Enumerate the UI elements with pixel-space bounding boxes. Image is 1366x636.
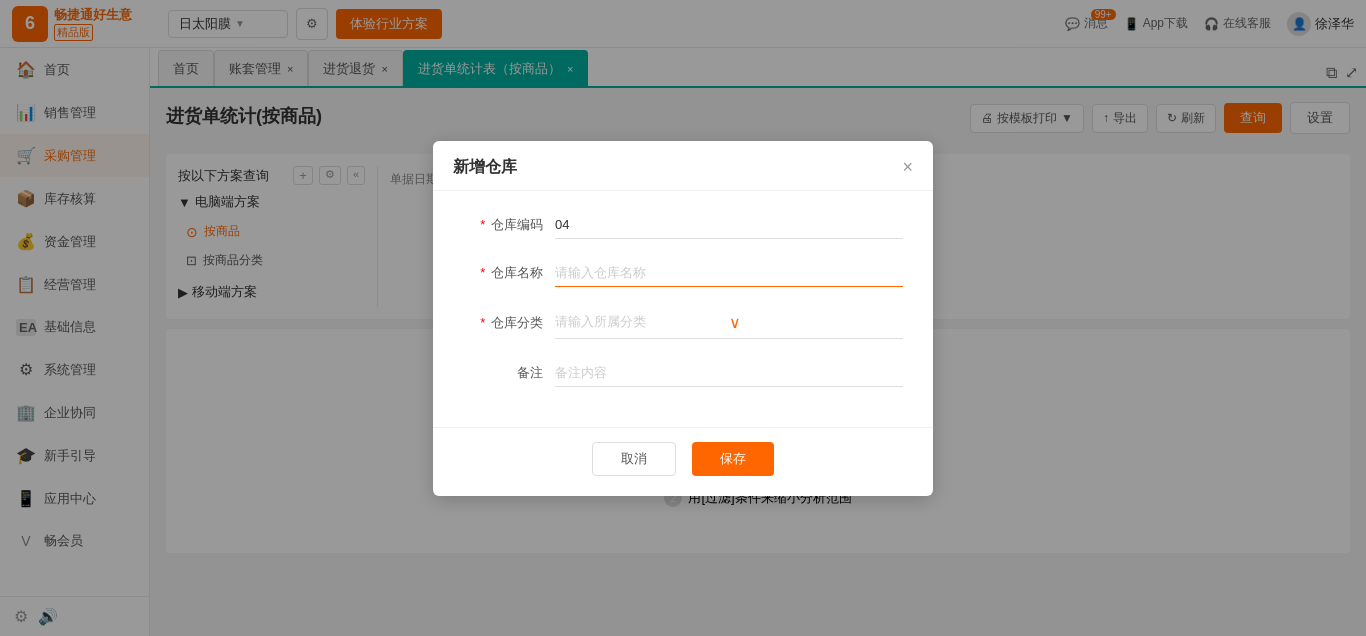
- modal-footer: 取消 保存: [433, 427, 933, 496]
- category-dropdown-icon: ∨: [729, 313, 903, 332]
- modal-overlay[interactable]: 新增仓库 × * 仓库编码 * 仓库名称: [0, 0, 1366, 636]
- code-label: * 仓库编码: [463, 216, 543, 234]
- form-row-category: * 仓库分类 请输入所属分类 ∨: [463, 307, 903, 339]
- remark-input[interactable]: [555, 359, 903, 387]
- name-label: * 仓库名称: [463, 264, 543, 282]
- cancel-button[interactable]: 取消: [592, 442, 676, 476]
- name-input[interactable]: [555, 259, 903, 287]
- form-row-name: * 仓库名称: [463, 259, 903, 287]
- category-label: * 仓库分类: [463, 314, 543, 332]
- save-button[interactable]: 保存: [692, 442, 774, 476]
- remark-label: 备注: [463, 364, 543, 382]
- modal-header: 新增仓库 ×: [433, 141, 933, 191]
- modal-add-warehouse: 新增仓库 × * 仓库编码 * 仓库名称: [433, 141, 933, 496]
- modal-body: * 仓库编码 * 仓库名称 * 仓库分类 请输入所属: [433, 191, 933, 427]
- code-input[interactable]: [555, 211, 903, 239]
- form-row-code: * 仓库编码: [463, 211, 903, 239]
- category-selector[interactable]: 请输入所属分类 ∨: [555, 307, 903, 339]
- modal-title: 新增仓库: [453, 157, 517, 178]
- form-row-remark: 备注: [463, 359, 903, 387]
- modal-close-button[interactable]: ×: [902, 157, 913, 178]
